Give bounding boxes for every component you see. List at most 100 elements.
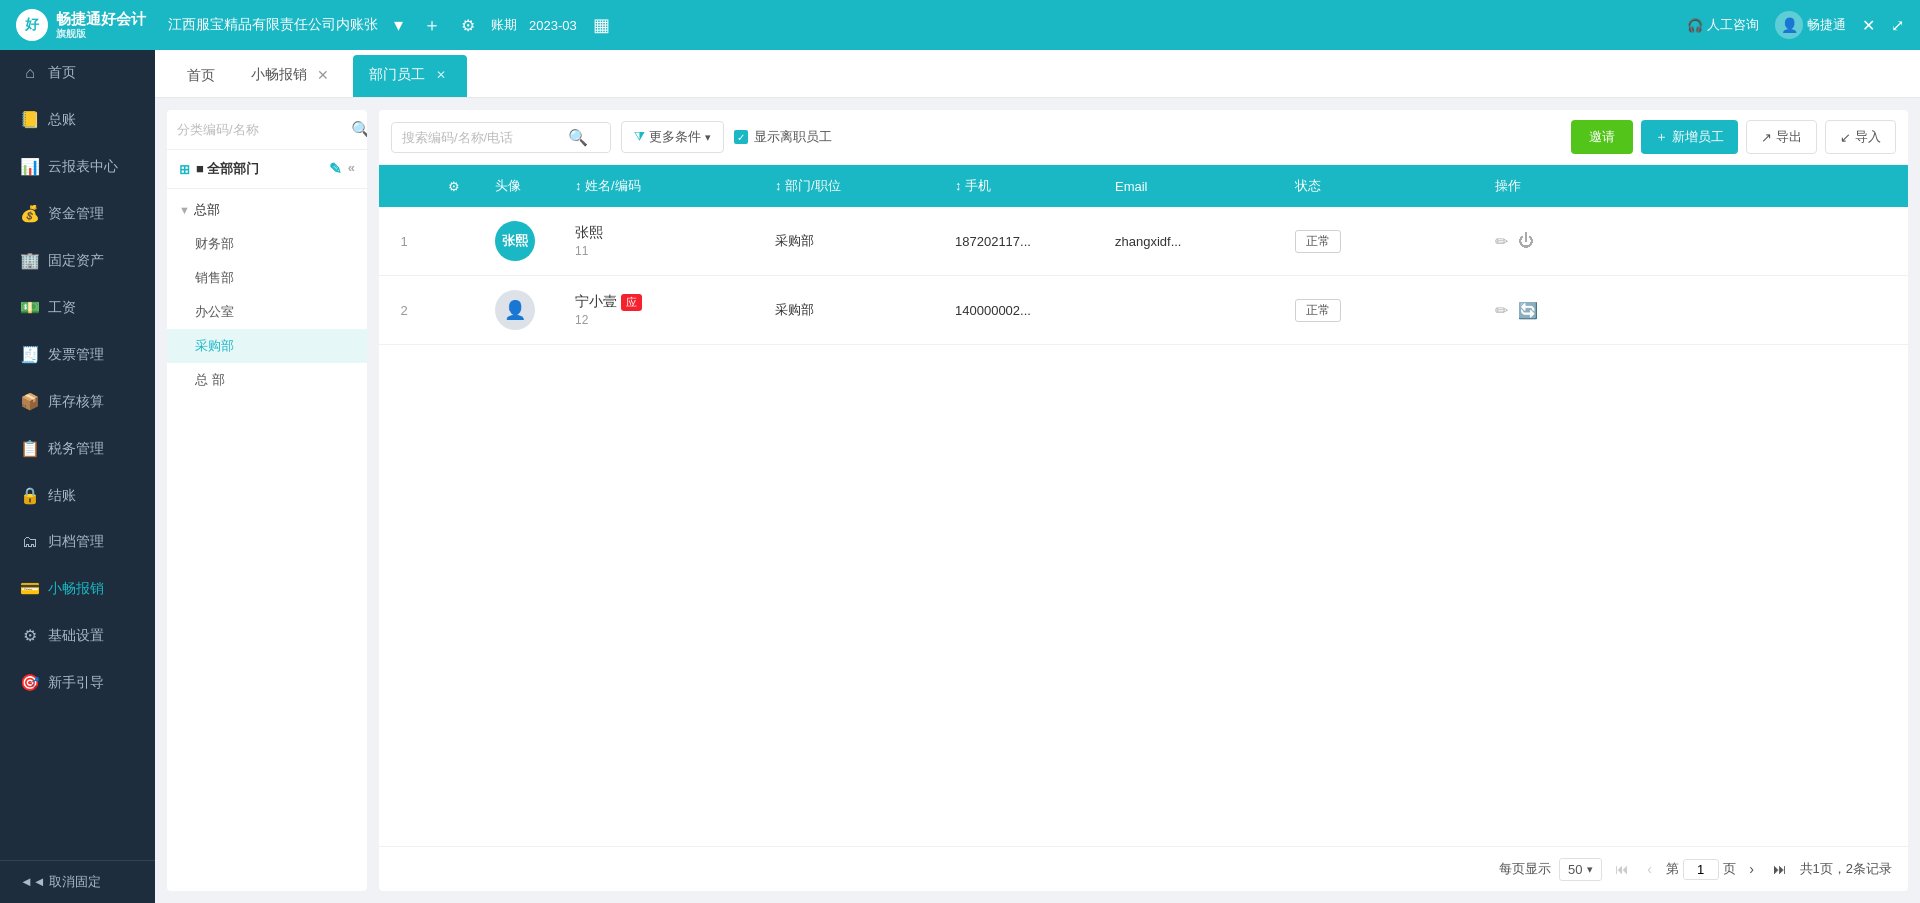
sidebar-item-guide[interactable]: 🎯 新手引导: [0, 659, 155, 706]
sidebar-item-inventory[interactable]: 📦 库存核算: [0, 378, 155, 425]
sidebar-label-archive: 归档管理: [48, 533, 104, 551]
emp-search-box: 🔍: [391, 122, 611, 153]
dept-child-sales[interactable]: 销售部: [167, 261, 367, 295]
sidebar-item-payroll[interactable]: 💵 工资: [0, 284, 155, 331]
invite-btn[interactable]: 邀请: [1571, 120, 1633, 154]
sidebar-label-reports: 云报表中心: [48, 158, 118, 176]
export-label: 导出: [1776, 128, 1802, 146]
tab-dept-employee-close[interactable]: ✕: [431, 65, 451, 85]
chevron-down-icon: ▼: [179, 204, 190, 216]
company-name[interactable]: 江西服宝精品有限责任公司内账张: [168, 16, 378, 34]
dept-collapse-icon[interactable]: «: [348, 160, 355, 178]
top-bar: 好 畅捷通好会计 旗舰版 江西服宝精品有限责任公司内账张 ▾ ＋ ⚙ 账期 20…: [0, 0, 1920, 50]
tab-expense-close[interactable]: ✕: [313, 65, 333, 85]
window-expand-icon[interactable]: ⤢: [1891, 16, 1904, 35]
employee-table: ⚙ 头像 ↕ 姓名/编码 ↕ 部门/职位 ↕ 手机 Email 状态 操作: [379, 165, 1908, 345]
tabs-bar: 首页 小畅报销 ✕ 部门员工 ✕: [155, 50, 1920, 98]
emp-table: ⚙ 头像 ↕ 姓名/编码 ↕ 部门/职位 ↕ 手机 Email 状态 操作: [379, 165, 1908, 846]
sidebar-label-invoice: 发票管理: [48, 346, 104, 364]
logo-text: 畅捷通好会计 旗舰版: [56, 10, 146, 40]
calendar-icon[interactable]: ▦: [589, 10, 614, 40]
plus-icon[interactable]: ＋: [419, 9, 445, 41]
sidebar-item-expense[interactable]: 💳 小畅报销: [0, 565, 155, 612]
delete-action-icon[interactable]: 🔄: [1518, 301, 1538, 320]
col-settings[interactable]: ⚙: [429, 165, 479, 207]
sidebar-item-capital[interactable]: 💰 资金管理: [0, 190, 155, 237]
all-dept-label[interactable]: ■ 全部部门: [196, 160, 259, 178]
more-filter-btn[interactable]: ⧩ 更多条件 ▾: [621, 121, 724, 153]
emp-search-input[interactable]: [402, 130, 562, 145]
cell-dept: 采购部: [759, 207, 939, 276]
sidebar: ⌂ 首页 📒 总账 📊 云报表中心 💰 资金管理 🏢 固定资产 💵 工资 🧾 发…: [0, 50, 155, 903]
close-expense-icon[interactable]: ✕: [317, 67, 329, 83]
cell-row-settings: [429, 207, 479, 276]
page-content: 🔍 ⊞ ■ 全部部门 ✎ « ▼ 总部: [155, 98, 1920, 903]
sidebar-label-capital: 资金管理: [48, 205, 104, 223]
col-no: [379, 165, 429, 207]
edit-action-icon[interactable]: ✏: [1495, 232, 1508, 251]
close-period-icon: 🔒: [20, 486, 40, 505]
dept-search-input[interactable]: [177, 122, 345, 137]
col-name-code[interactable]: ↕ 姓名/编码: [559, 165, 759, 207]
dropdown-icon[interactable]: ▾: [390, 10, 407, 40]
dept-search-icon[interactable]: 🔍: [351, 120, 367, 139]
dept-child-purchase[interactable]: 采购部: [167, 329, 367, 363]
window-close-icon[interactable]: ✕: [1862, 16, 1875, 35]
sidebar-item-archive[interactable]: 🗂 归档管理: [0, 519, 155, 565]
service-btn[interactable]: 🎧 人工咨询: [1687, 16, 1759, 34]
grid-icon: ⊞: [179, 162, 190, 177]
col-phone[interactable]: ↕ 手机: [939, 165, 1099, 207]
add-employee-btn[interactable]: ＋ 新增员工: [1641, 120, 1738, 154]
sidebar-item-reports[interactable]: 📊 云报表中心: [0, 143, 155, 190]
user-area[interactable]: 👤 畅捷通: [1775, 11, 1846, 39]
resigned-checkbox[interactable]: ✓: [734, 130, 748, 144]
sidebar-label-home: 首页: [48, 64, 76, 82]
per-page-select[interactable]: 50 ▾: [1559, 858, 1601, 881]
show-resigned-toggle[interactable]: ✓ 显示离职员工: [734, 128, 832, 146]
import-label: 导入: [1855, 128, 1881, 146]
tab-home[interactable]: 首页: [171, 57, 231, 97]
logo-main-text: 畅捷通好会计: [56, 10, 146, 28]
emp-search-icon[interactable]: 🔍: [568, 128, 588, 147]
sidebar-label-ledger: 总账: [48, 111, 76, 129]
dept-tree: ▼ 总部 财务部 销售部 办公室 采购部 总 部: [167, 189, 367, 891]
status-badge: 正常: [1295, 230, 1341, 253]
dept-child-hq2[interactable]: 总 部: [167, 363, 367, 397]
last-page-btn[interactable]: ⏭: [1768, 857, 1792, 881]
sidebar-item-close[interactable]: 🔒 结账: [0, 472, 155, 519]
settings-icon[interactable]: ⚙: [457, 12, 479, 39]
page-nav: ⏮ ‹ 第 页 › ⏭: [1610, 857, 1792, 881]
logo-area: 好 畅捷通好会计 旗舰版: [16, 9, 156, 41]
dept-panel: 🔍 ⊞ ■ 全部部门 ✎ « ▼ 总部: [167, 110, 367, 891]
import-icon: ↙: [1840, 130, 1851, 145]
page-input[interactable]: [1683, 859, 1719, 880]
dept-child-finance[interactable]: 财务部: [167, 227, 367, 261]
import-btn[interactable]: ↙ 导入: [1825, 120, 1896, 154]
sidebar-label-inventory: 库存核算: [48, 393, 104, 411]
sidebar-item-settings[interactable]: ⚙ 基础设置: [0, 612, 155, 659]
unpin-sidebar-btn[interactable]: ◄◄ 取消固定: [0, 860, 155, 903]
sidebar-item-invoice[interactable]: 🧾 发票管理: [0, 331, 155, 378]
close-dept-employee-icon[interactable]: ✕: [436, 68, 446, 82]
user-name: 畅捷通: [1807, 16, 1846, 34]
sidebar-item-home[interactable]: ⌂ 首页: [0, 50, 155, 96]
edit-action-icon[interactable]: ✏: [1495, 301, 1508, 320]
export-btn[interactable]: ↗ 导出: [1746, 120, 1817, 154]
sidebar-item-tax[interactable]: 📋 税务管理: [0, 425, 155, 472]
avatar-placeholder: 👤: [495, 290, 535, 330]
sidebar-item-assets[interactable]: 🏢 固定资产: [0, 237, 155, 284]
sidebar-item-ledger[interactable]: 📒 总账: [0, 96, 155, 143]
next-page-btn[interactable]: ›: [1740, 857, 1764, 881]
dept-edit-icon[interactable]: ✎: [329, 160, 342, 178]
dept-parent-hq[interactable]: ▼ 总部: [167, 193, 367, 227]
dept-child-office[interactable]: 办公室: [167, 295, 367, 329]
tab-expense[interactable]: 小畅报销 ✕: [235, 55, 349, 97]
col-dept-position[interactable]: ↕ 部门/职位: [759, 165, 939, 207]
emp-toolbar: 🔍 ⧩ 更多条件 ▾ ✓ 显示离职员工 邀请 ＋: [379, 110, 1908, 165]
period-value: 2023-03: [529, 18, 577, 33]
prev-page-btn[interactable]: ‹: [1638, 857, 1662, 881]
first-page-btn[interactable]: ⏮: [1610, 857, 1634, 881]
tab-dept-employee[interactable]: 部门员工 ✕: [353, 55, 467, 97]
logout-action-icon[interactable]: ⏻: [1518, 232, 1534, 251]
per-page-label: 每页显示: [1499, 860, 1551, 878]
